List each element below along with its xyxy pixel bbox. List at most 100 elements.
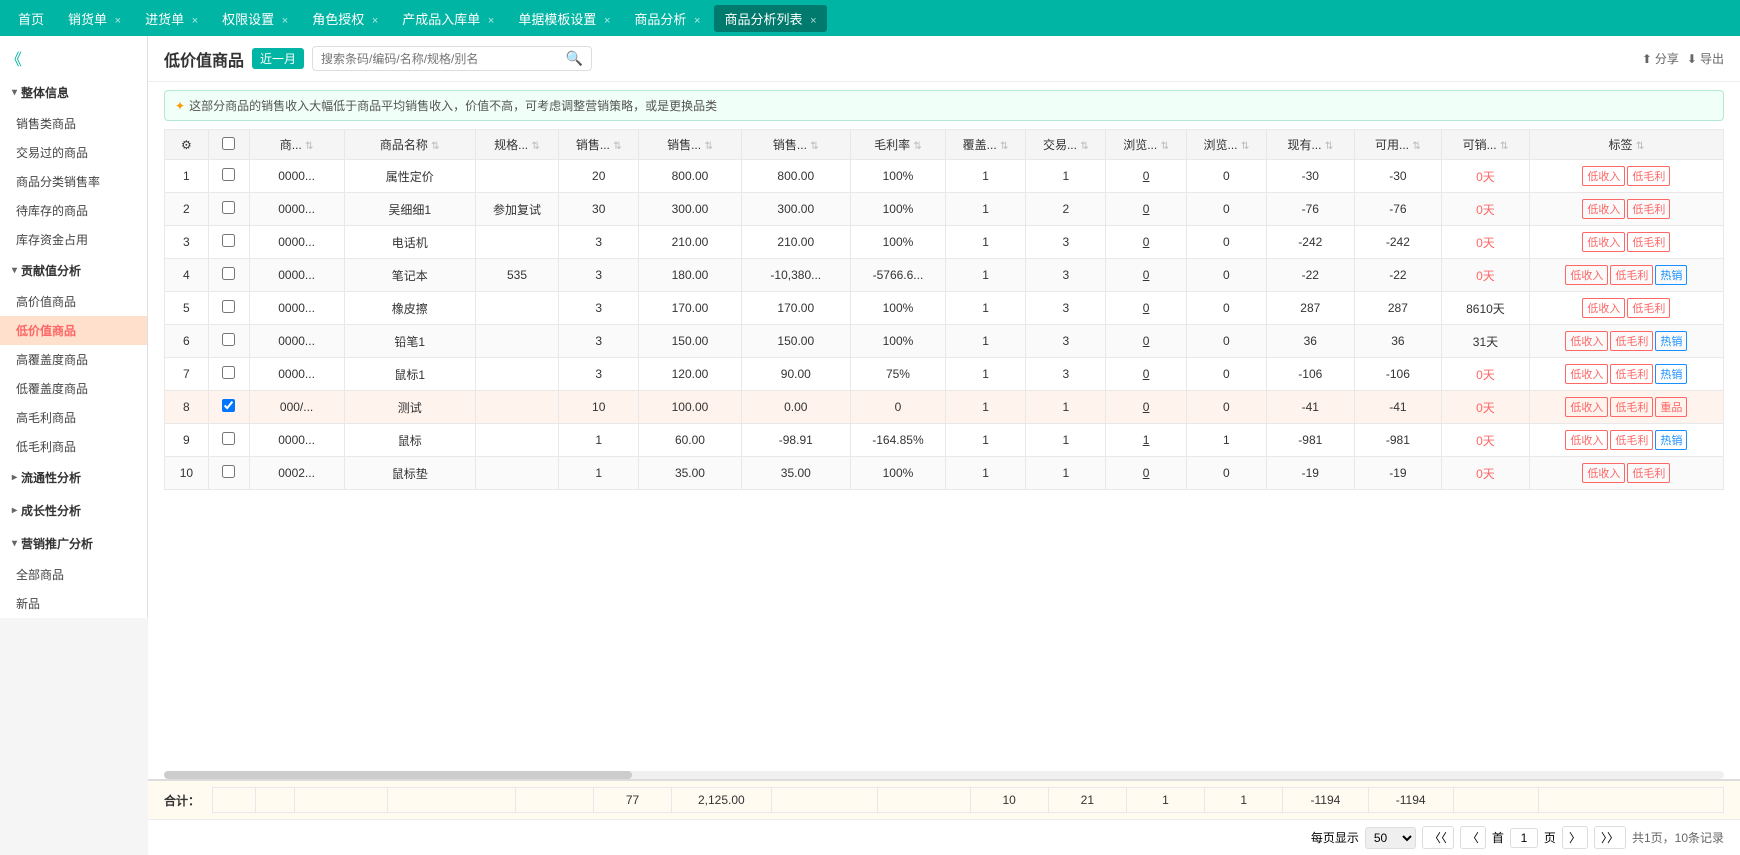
row-checkbox[interactable] [222, 201, 235, 214]
col-sale1[interactable]: 销售... ⇅ [639, 130, 741, 160]
last-page-btn[interactable]: 〉〉 [1594, 826, 1626, 849]
sidebar-item-all-goods[interactable]: 全部商品 [0, 560, 147, 589]
cell-cb[interactable] [208, 358, 249, 391]
row-checkbox[interactable] [222, 399, 235, 412]
cell-cb[interactable] [208, 391, 249, 424]
cell-cb[interactable] [208, 424, 249, 457]
row-checkbox[interactable] [222, 465, 235, 478]
row-checkbox[interactable] [222, 366, 235, 379]
cell-view1[interactable]: 0 [1106, 358, 1186, 391]
row-checkbox[interactable] [222, 300, 235, 313]
horizontal-scrollbar[interactable] [164, 771, 1724, 779]
row-checkbox[interactable] [222, 168, 235, 181]
col-view2[interactable]: 浏览... ⇅ [1186, 130, 1266, 160]
select-all-checkbox[interactable] [222, 137, 235, 150]
nav-home[interactable]: 首页 [8, 5, 54, 32]
search-input[interactable] [321, 52, 566, 66]
sidebar-section-flow[interactable]: ▸ 流通性分析 [0, 461, 147, 494]
cell-view1[interactable]: 0 [1106, 391, 1186, 424]
close-templates[interactable]: × [604, 15, 610, 27]
sidebar-item-stock-funds[interactable]: 库存资金占用 [0, 225, 147, 254]
col-tags[interactable]: 标签 ⇅ [1529, 130, 1723, 160]
col-checkbox[interactable] [208, 130, 249, 160]
sidebar-collapse-btn[interactable]: 《 [0, 40, 28, 76]
cell-view1[interactable]: 0 [1106, 325, 1186, 358]
nav-purchase[interactable]: 进货单 × [135, 5, 208, 32]
close-goods-list[interactable]: × [810, 15, 816, 27]
cell-view1[interactable]: 0 [1106, 457, 1186, 490]
sidebar-item-low-margin[interactable]: 低毛利商品 [0, 432, 147, 461]
view1-link[interactable]: 1 [1143, 433, 1150, 447]
nav-templates[interactable]: 单据模板设置 × [508, 5, 620, 32]
col-avail[interactable]: 可用... ⇅ [1354, 130, 1442, 160]
nav-roles[interactable]: 角色授权 × [302, 5, 388, 32]
cell-view1[interactable]: 0 [1106, 193, 1186, 226]
sidebar-section-marketing[interactable]: ▾ 营销推广分析 [0, 527, 147, 560]
nav-products[interactable]: 产成品入库单 × [392, 5, 504, 32]
close-products[interactable]: × [488, 15, 494, 27]
scrollbar-thumb[interactable] [164, 771, 632, 779]
nav-goods-list[interactable]: 商品分析列表 × [714, 5, 826, 32]
cell-cb[interactable] [208, 226, 249, 259]
sidebar-section-overall[interactable]: ▾ 整体信息 [0, 76, 147, 109]
row-checkbox[interactable] [222, 234, 235, 247]
nav-goods-analysis[interactable]: 商品分析 × [624, 5, 710, 32]
sidebar-item-high-value[interactable]: 高价值商品 [0, 287, 147, 316]
search-box[interactable]: 🔍 [312, 46, 592, 71]
col-view1[interactable]: 浏览... ⇅ [1106, 130, 1186, 160]
close-purchase[interactable]: × [192, 15, 198, 27]
sidebar-item-category-rate[interactable]: 商品分类销售率 [0, 167, 147, 196]
sidebar-section-contribution[interactable]: ▾ 贡献值分析 [0, 254, 147, 287]
page-number-input[interactable] [1510, 828, 1538, 848]
row-checkbox[interactable] [222, 333, 235, 346]
sidebar-item-low-value[interactable]: 低价值商品 [0, 316, 147, 345]
close-goods-analysis[interactable]: × [694, 15, 700, 27]
cell-cb[interactable] [208, 325, 249, 358]
view1-link[interactable]: 0 [1143, 466, 1150, 480]
page-size-select[interactable]: 50 20 100 [1365, 827, 1416, 849]
col-name[interactable]: 商品名称 ⇅ [344, 130, 475, 160]
row-checkbox[interactable] [222, 267, 235, 280]
cell-view1[interactable]: 1 [1106, 424, 1186, 457]
view1-link[interactable]: 0 [1143, 301, 1150, 315]
share-button[interactable]: ⬆ 分享 [1642, 50, 1679, 67]
col-settings[interactable]: ⚙ [165, 130, 209, 160]
view1-link[interactable]: 0 [1143, 169, 1150, 183]
col-sellable[interactable]: 可销... ⇅ [1442, 130, 1530, 160]
cell-view1[interactable]: 0 [1106, 226, 1186, 259]
close-roles[interactable]: × [372, 15, 378, 27]
nav-permissions[interactable]: 权限设置 × [212, 5, 298, 32]
view1-link[interactable]: 0 [1143, 367, 1150, 381]
export-button[interactable]: ⬇ 导出 [1687, 50, 1724, 67]
col-stock[interactable]: 现有... ⇅ [1267, 130, 1355, 160]
sidebar-item-pending-stock[interactable]: 待库存的商品 [0, 196, 147, 225]
cell-view1[interactable]: 0 [1106, 160, 1186, 193]
period-button[interactable]: 近一月 [252, 48, 304, 69]
next-page-btn[interactable]: 〉 [1562, 826, 1588, 849]
col-margin[interactable]: 毛利率 ⇅ [851, 130, 946, 160]
col-spec[interactable]: 规格... ⇅ [475, 130, 558, 160]
col-sale2[interactable]: 销售... ⇅ [741, 130, 850, 160]
nav-sales[interactable]: 销货单 × [58, 5, 131, 32]
sidebar-item-high-margin[interactable]: 高毛利商品 [0, 403, 147, 432]
sidebar-item-new-goods[interactable]: 新品 [0, 589, 147, 618]
sidebar-item-sales-goods[interactable]: 销售类商品 [0, 109, 147, 138]
row-checkbox[interactable] [222, 432, 235, 445]
view1-link[interactable]: 0 [1143, 268, 1150, 282]
col-cover[interactable]: 覆盖... ⇅ [945, 130, 1025, 160]
close-sales[interactable]: × [115, 15, 121, 27]
view1-link[interactable]: 0 [1143, 334, 1150, 348]
cell-view1[interactable]: 0 [1106, 292, 1186, 325]
col-code[interactable]: 商... ⇅ [249, 130, 344, 160]
view1-link[interactable]: 0 [1143, 202, 1150, 216]
cell-cb[interactable] [208, 457, 249, 490]
sidebar-section-growth[interactable]: ▸ 成长性分析 [0, 494, 147, 527]
col-trade[interactable]: 交易... ⇅ [1026, 130, 1106, 160]
cell-cb[interactable] [208, 259, 249, 292]
prev-page-btn[interactable]: 〈 [1460, 826, 1486, 849]
view1-link[interactable]: 0 [1143, 235, 1150, 249]
first-page-btn[interactable]: 〈〈 [1422, 826, 1454, 849]
view1-link[interactable]: 0 [1143, 400, 1150, 414]
cell-view1[interactable]: 0 [1106, 259, 1186, 292]
sidebar-item-low-coverage[interactable]: 低覆盖度商品 [0, 374, 147, 403]
